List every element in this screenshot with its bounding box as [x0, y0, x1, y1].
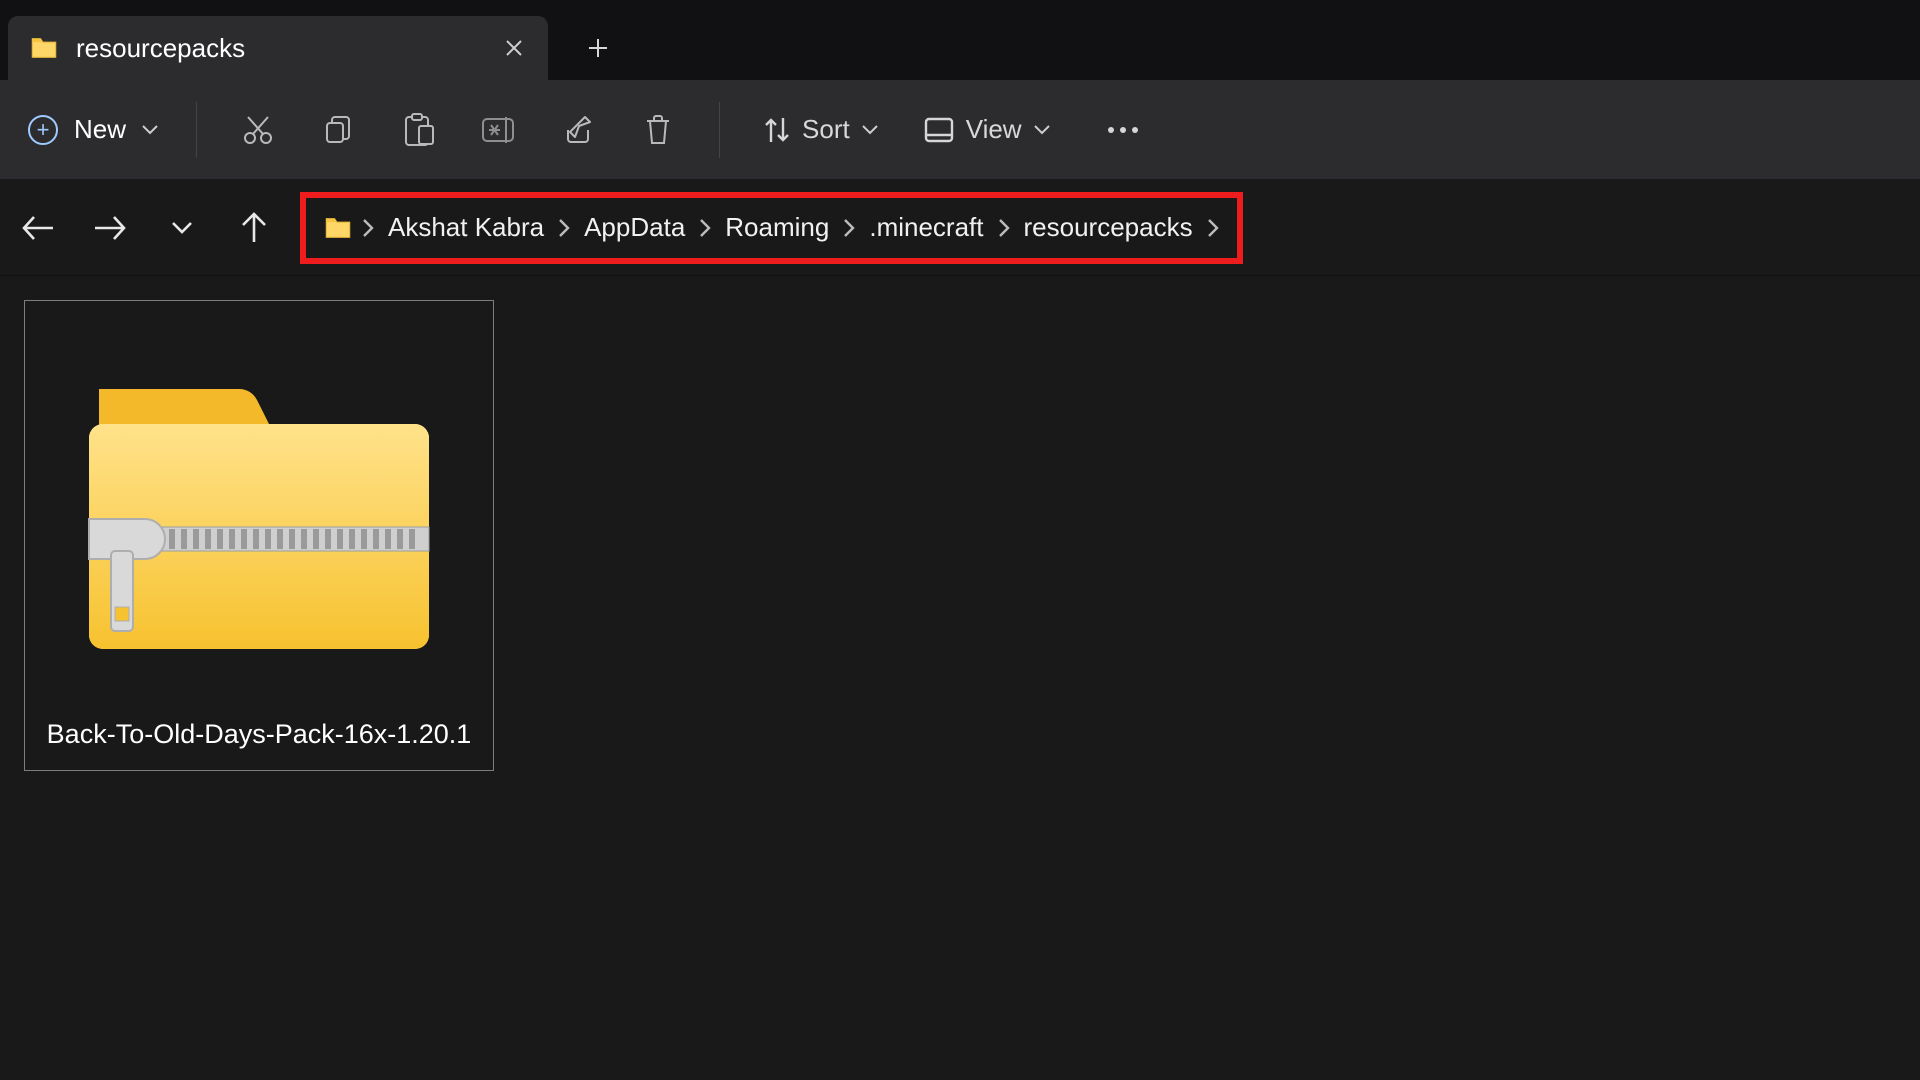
trash-icon [643, 113, 673, 147]
toolbar-separator [719, 102, 720, 158]
content-pane[interactable]: Back-To-Old-Days-Pack-16x-1.20.1 [0, 276, 1920, 1080]
delete-button[interactable] [635, 100, 681, 160]
chevron-down-icon [862, 125, 878, 135]
chevron-right-icon [843, 218, 855, 238]
new-button[interactable]: + New [28, 114, 158, 145]
file-item[interactable]: Back-To-Old-Days-Pack-16x-1.20.1 [24, 300, 494, 771]
cut-button[interactable] [235, 100, 281, 160]
breadcrumb-item[interactable]: Akshat Kabra [384, 212, 548, 243]
view-button-label: View [966, 114, 1022, 145]
forward-button[interactable] [84, 202, 136, 254]
chevron-down-icon [1034, 125, 1050, 135]
arrow-up-icon [241, 212, 267, 244]
breadcrumb-label: Roaming [725, 212, 829, 243]
zip-folder-icon [69, 369, 449, 669]
recent-locations-button[interactable] [156, 202, 208, 254]
close-icon [505, 39, 523, 57]
chevron-down-icon [171, 221, 193, 235]
chevron-down-icon [142, 125, 158, 135]
tab-title: resourcepacks [76, 33, 476, 64]
chevron-right-icon [1207, 218, 1219, 238]
copy-button[interactable] [315, 100, 361, 160]
toolbar: + New [0, 80, 1920, 180]
breadcrumb-item[interactable]: .minecraft [865, 212, 987, 243]
rename-button[interactable] [475, 100, 521, 160]
share-icon [562, 114, 594, 146]
plus-icon [587, 37, 609, 59]
clipboard-icon [402, 112, 434, 148]
folder-icon [324, 216, 352, 240]
chevron-right-icon [558, 218, 570, 238]
breadcrumb-label: Akshat Kabra [388, 212, 544, 243]
arrow-left-icon [21, 215, 55, 241]
view-button[interactable]: View [918, 100, 1056, 160]
breadcrumb-item[interactable]: resourcepacks [1020, 212, 1197, 243]
sort-button[interactable]: Sort [758, 100, 884, 160]
plus-circle-icon: + [28, 115, 58, 145]
chevron-right-icon [362, 218, 374, 238]
view-icon [924, 117, 954, 143]
back-button[interactable] [12, 202, 64, 254]
file-thumbnail [69, 339, 449, 699]
sort-button-label: Sort [802, 114, 850, 145]
folder-icon [30, 36, 58, 60]
close-tab-button[interactable] [494, 28, 534, 68]
new-tab-button[interactable] [566, 16, 630, 80]
new-button-label: New [74, 114, 126, 145]
breadcrumb[interactable]: Akshat Kabra AppData Roaming .minecraft … [300, 192, 1243, 264]
share-button[interactable] [555, 100, 601, 160]
breadcrumb-label: AppData [584, 212, 685, 243]
chevron-right-icon [998, 218, 1010, 238]
breadcrumb-item[interactable]: Roaming [721, 212, 833, 243]
rename-icon [481, 115, 515, 145]
tab-bar: resourcepacks [0, 0, 1920, 80]
breadcrumb-label: resourcepacks [1024, 212, 1193, 243]
more-icon [1106, 126, 1140, 134]
up-button[interactable] [228, 202, 280, 254]
breadcrumb-label: .minecraft [869, 212, 983, 243]
sort-icon [764, 115, 790, 145]
toolbar-separator [196, 102, 197, 158]
paste-button[interactable] [395, 100, 441, 160]
chevron-right-icon [699, 218, 711, 238]
arrow-right-icon [93, 215, 127, 241]
file-name: Back-To-Old-Days-Pack-16x-1.20.1 [47, 719, 472, 750]
copy-icon [322, 114, 354, 146]
tab-active[interactable]: resourcepacks [8, 16, 548, 80]
scissors-icon [242, 114, 274, 146]
more-button[interactable] [1100, 100, 1146, 160]
breadcrumb-item[interactable]: AppData [580, 212, 689, 243]
address-row: Akshat Kabra AppData Roaming .minecraft … [0, 180, 1920, 276]
